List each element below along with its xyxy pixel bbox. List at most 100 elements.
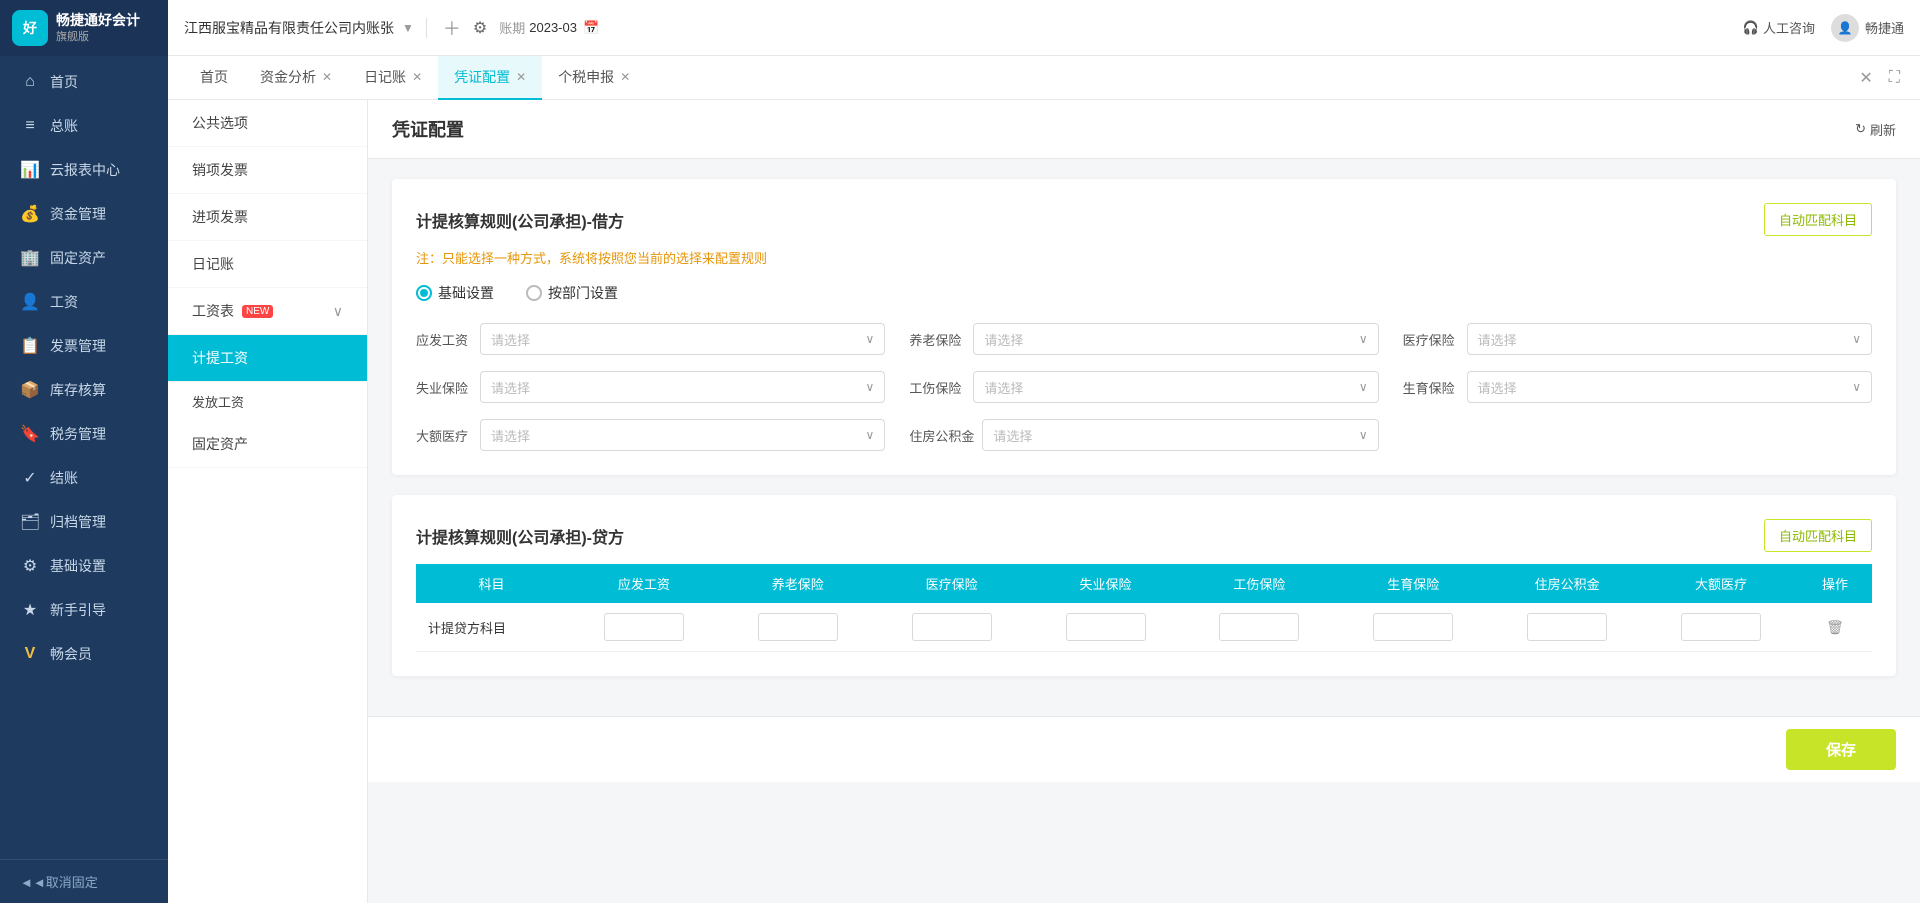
sidebar-item-guide[interactable]: ★ 新手引导 bbox=[0, 588, 168, 632]
medical-select[interactable]: 请选择 ∨ bbox=[1467, 323, 1872, 355]
sidebar-item-archive[interactable]: 🗂 归档管理 bbox=[0, 500, 168, 544]
cell-large-medical bbox=[1644, 603, 1798, 652]
assets-icon: 🏢 bbox=[20, 248, 40, 268]
housing-dropdown-icon: ∨ bbox=[1359, 428, 1368, 442]
housing-select[interactable]: 请选择 ∨ bbox=[982, 419, 1378, 451]
tab-home[interactable]: 首页 bbox=[184, 56, 244, 100]
credit-table: 科目 应发工资 养老保险 医疗保险 失业保险 工伤保险 生育保险 住房公积金 大… bbox=[416, 564, 1872, 652]
input-pension[interactable] bbox=[758, 613, 838, 641]
sidebar-item-ledger[interactable]: ≡ 总账 bbox=[0, 104, 168, 148]
content-body: 计提核算规则(公司承担)-借方 自动匹配科目 注：只能选择一种方式，系统将按照您… bbox=[368, 159, 1920, 716]
pension-label: 养老保险 bbox=[909, 330, 965, 349]
funds-icon: 💰 bbox=[20, 204, 40, 224]
sidebar-item-invoice[interactable]: 📋 发票管理 bbox=[0, 324, 168, 368]
sidebar-item-vip[interactable]: V 畅会员 bbox=[0, 632, 168, 676]
left-menu-purchase[interactable]: 进项发票 bbox=[168, 194, 367, 241]
col-pension: 养老保险 bbox=[721, 564, 875, 603]
tab-funds-close[interactable]: ✕ bbox=[322, 55, 332, 99]
large-medical-select[interactable]: 请选择 ∨ bbox=[480, 419, 885, 451]
service-button[interactable]: 🎧 人工咨询 bbox=[1743, 18, 1815, 37]
tab-journal[interactable]: 日记账 ✕ bbox=[348, 56, 438, 100]
sidebar-item-inventory[interactable]: 📦 库存核算 bbox=[0, 368, 168, 412]
tab-funds[interactable]: 资金分析 ✕ bbox=[244, 56, 348, 100]
large-medical-dropdown-icon: ∨ bbox=[866, 428, 875, 442]
radio-dept[interactable]: 按部门设置 bbox=[526, 283, 618, 303]
sidebar-item-close[interactable]: ✓ 结账 bbox=[0, 456, 168, 500]
input-wages[interactable] bbox=[604, 613, 684, 641]
refresh-button[interactable]: ↻ 刷新 bbox=[1855, 120, 1896, 139]
sidebar-item-reports[interactable]: 📊 云报表中心 bbox=[0, 148, 168, 192]
left-menu-fixed[interactable]: 固定资产 bbox=[168, 421, 367, 468]
input-medical[interactable] bbox=[912, 613, 992, 641]
add-company-button[interactable]: ＋ bbox=[439, 11, 465, 45]
input-maternity[interactable] bbox=[1373, 613, 1453, 641]
tab-tax-close[interactable]: ✕ bbox=[620, 55, 630, 99]
left-menu-payroll[interactable]: 计提工资 bbox=[168, 335, 367, 382]
radio-group: 基础设置 按部门设置 bbox=[416, 283, 1872, 303]
col-injury: 工伤保险 bbox=[1182, 564, 1336, 603]
tab-voucher-close[interactable]: ✕ bbox=[516, 55, 526, 99]
tab-tax[interactable]: 个税申报 ✕ bbox=[542, 56, 646, 100]
left-menu-public[interactable]: 公共选项 bbox=[168, 100, 367, 147]
save-button[interactable]: 保存 bbox=[1786, 729, 1896, 770]
input-housing[interactable] bbox=[1527, 613, 1607, 641]
col-subject: 科目 bbox=[416, 564, 567, 603]
debit-auto-match-button[interactable]: 自动匹配科目 bbox=[1764, 203, 1872, 236]
sidebar-nav: ⌂ 首页 ≡ 总账 📊 云报表中心 💰 资金管理 🏢 固定资产 👤 工资 📋 发… bbox=[0, 56, 168, 859]
unpin-button[interactable]: ◄◄取消固定 bbox=[0, 859, 168, 903]
unemployment-select[interactable]: 请选择 ∨ bbox=[480, 371, 885, 403]
credit-section-title: 计提核算规则(公司承担)-贷方 bbox=[416, 524, 624, 548]
sidebar-item-home[interactable]: ⌂ 首页 bbox=[0, 60, 168, 104]
maternity-label: 生育保险 bbox=[1403, 378, 1459, 397]
pension-select[interactable]: 请选择 ∨ bbox=[973, 323, 1378, 355]
tab-journal-close[interactable]: ✕ bbox=[412, 55, 422, 99]
maternity-dropdown-icon: ∨ bbox=[1852, 380, 1861, 394]
headphone-icon: 🎧 bbox=[1743, 20, 1759, 36]
form-item-pension: 养老保险 请选择 ∨ bbox=[909, 323, 1378, 355]
separator bbox=[426, 18, 427, 38]
left-menu-payroll-pay[interactable]: 发放工资 bbox=[168, 382, 367, 421]
invoice-icon: 📋 bbox=[20, 336, 40, 356]
tab-voucher[interactable]: 凭证配置 ✕ bbox=[438, 56, 542, 100]
close-tab-icon[interactable]: ✕ bbox=[1855, 64, 1876, 92]
housing-label: 住房公积金 bbox=[909, 426, 974, 445]
cell-pension bbox=[721, 603, 875, 652]
sidebar-item-salary[interactable]: 👤 工资 bbox=[0, 280, 168, 324]
input-large-medical[interactable] bbox=[1681, 613, 1761, 641]
sidebar-item-funds[interactable]: 💰 资金管理 bbox=[0, 192, 168, 236]
input-unemployment[interactable] bbox=[1066, 613, 1146, 641]
credit-auto-match-button[interactable]: 自动匹配科目 bbox=[1764, 519, 1872, 552]
expand-icon[interactable]: ⛶ bbox=[1885, 65, 1904, 91]
credit-section-header: 计提核算规则(公司承担)-贷方 自动匹配科目 bbox=[416, 519, 1872, 552]
user-menu[interactable]: 👤 畅捷通 bbox=[1831, 14, 1904, 42]
debit-form-grid: 应发工资 请选择 ∨ 养老保险 请选择 ∨ bbox=[416, 323, 1872, 451]
top-bar-right: 🎧 人工咨询 👤 畅捷通 bbox=[1743, 14, 1904, 42]
form-item-maternity: 生育保险 请选择 ∨ bbox=[1403, 371, 1872, 403]
cell-maternity bbox=[1336, 603, 1490, 652]
home-icon: ⌂ bbox=[20, 73, 40, 91]
company-selector[interactable]: 江西服宝精品有限责任公司内账张 ▼ bbox=[184, 18, 414, 38]
expand-payroll-icon: ∨ bbox=[333, 303, 343, 320]
input-injury[interactable] bbox=[1219, 613, 1299, 641]
wages-select[interactable]: 请选择 ∨ bbox=[480, 323, 885, 355]
page-header: 凭证配置 ↻ 刷新 bbox=[368, 100, 1920, 159]
form-item-wages: 应发工资 请选择 ∨ bbox=[416, 323, 885, 355]
radio-basic-circle bbox=[416, 285, 432, 301]
sidebar-item-settings[interactable]: ⚙ 基础设置 bbox=[0, 544, 168, 588]
settings-gear-button[interactable]: ⚙ bbox=[465, 14, 495, 42]
left-menu-sales[interactable]: 销项发票 bbox=[168, 147, 367, 194]
radio-basic[interactable]: 基础设置 bbox=[416, 283, 494, 303]
injury-select[interactable]: 请选择 ∨ bbox=[973, 371, 1378, 403]
left-menu-payroll-table[interactable]: 工资表 NEW ∨ bbox=[168, 288, 367, 335]
left-menu-journal[interactable]: 日记账 bbox=[168, 241, 367, 288]
calendar-icon[interactable]: 📅 bbox=[583, 20, 599, 36]
col-housing: 住房公积金 bbox=[1490, 564, 1644, 603]
cell-unemployment bbox=[1029, 603, 1183, 652]
col-medical: 医疗保险 bbox=[875, 564, 1029, 603]
delete-row-button[interactable]: 🗑 bbox=[1826, 619, 1844, 635]
sidebar-item-tax[interactable]: 🔖 税务管理 bbox=[0, 412, 168, 456]
tax-icon: 🔖 bbox=[20, 424, 40, 444]
maternity-select[interactable]: 请选择 ∨ bbox=[1467, 371, 1872, 403]
sidebar-item-assets[interactable]: 🏢 固定资产 bbox=[0, 236, 168, 280]
refresh-icon: ↻ bbox=[1855, 121, 1866, 137]
